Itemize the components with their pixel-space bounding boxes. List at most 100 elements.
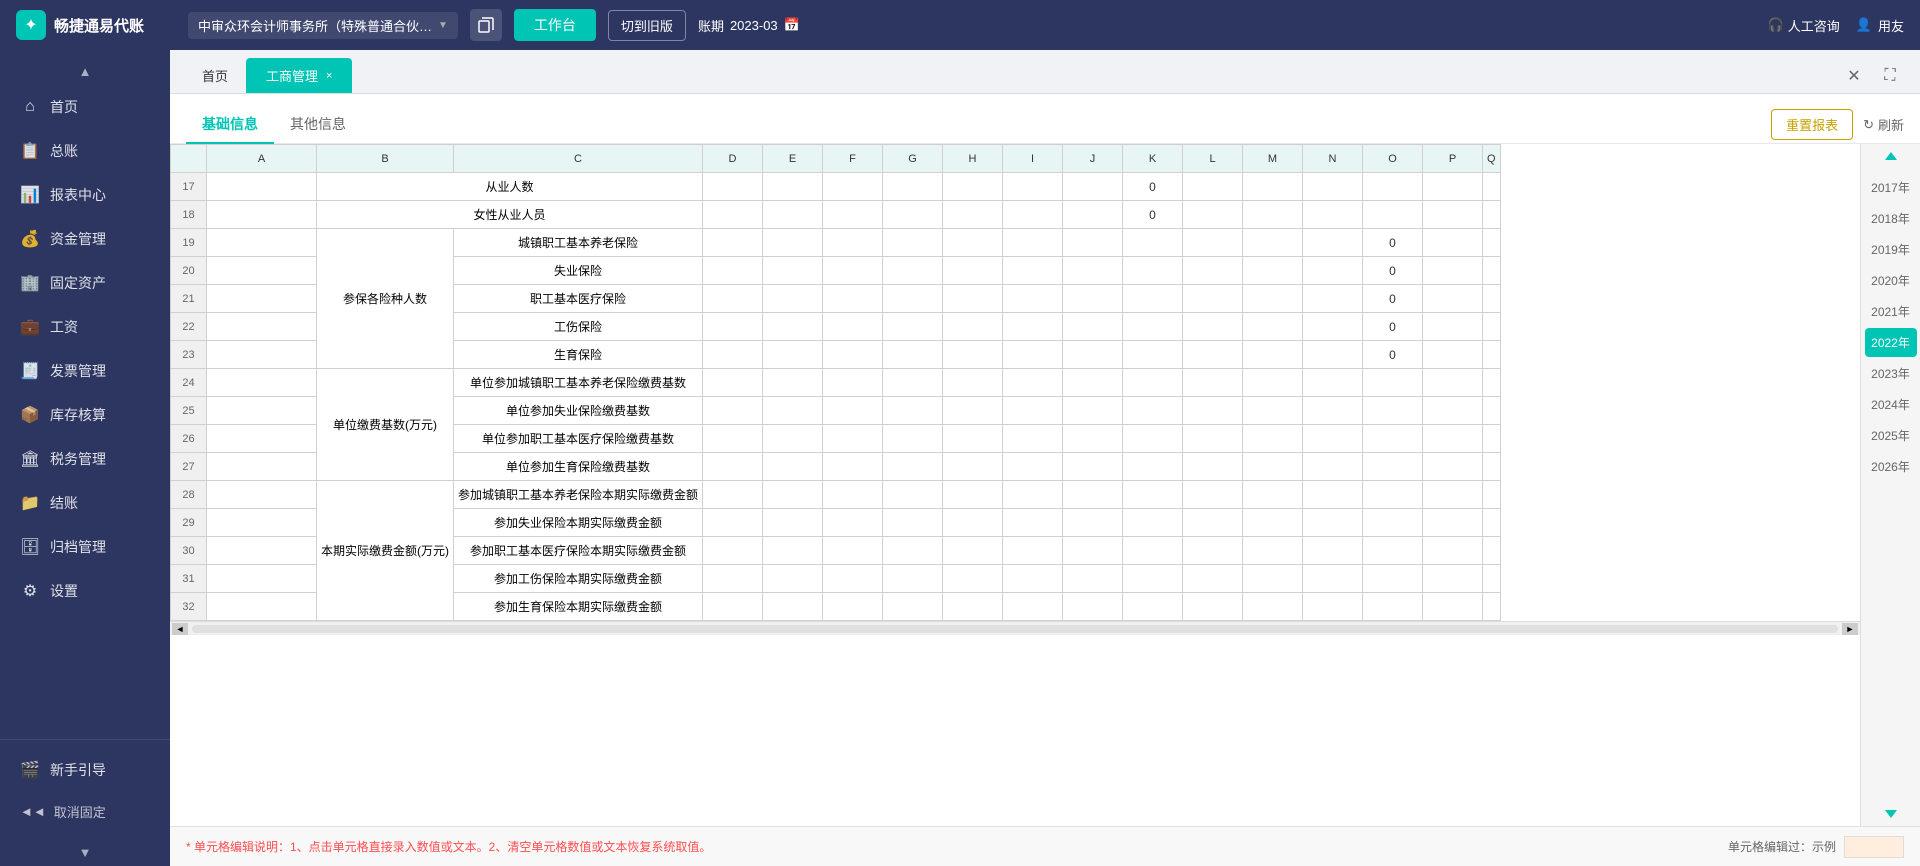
row27-col-d[interactable]	[703, 453, 763, 481]
row28-col-e[interactable]	[763, 481, 823, 509]
row19-col-i[interactable]	[1003, 229, 1063, 257]
row30-col-c[interactable]: 参加职工基本医疗保险本期实际缴费金额	[454, 537, 703, 565]
row32-col-g[interactable]	[883, 593, 943, 621]
row28-col-l[interactable]	[1183, 481, 1243, 509]
year-item-2018[interactable]: 2018年	[1865, 204, 1917, 233]
row19-col-b[interactable]: 参保各险种人数	[317, 229, 454, 369]
row32-col-h[interactable]	[943, 593, 1003, 621]
row22-col-k[interactable]	[1123, 313, 1183, 341]
row24-col-j[interactable]	[1063, 369, 1123, 397]
row28-col-f[interactable]	[823, 481, 883, 509]
row30-col-g[interactable]	[883, 537, 943, 565]
row17-col-f[interactable]	[823, 173, 883, 201]
row27-col-j[interactable]	[1063, 453, 1123, 481]
row21-col-i[interactable]	[1003, 285, 1063, 313]
row28-col-m[interactable]	[1243, 481, 1303, 509]
row29-col-i[interactable]	[1003, 509, 1063, 537]
row29-col-j[interactable]	[1063, 509, 1123, 537]
row30-col-e[interactable]	[763, 537, 823, 565]
row22-col-j[interactable]	[1063, 313, 1123, 341]
row23-col-a[interactable]	[207, 341, 317, 369]
row25-col-i[interactable]	[1003, 397, 1063, 425]
row27-col-i[interactable]	[1003, 453, 1063, 481]
row25-col-j[interactable]	[1063, 397, 1123, 425]
row26-col-d[interactable]	[703, 425, 763, 453]
row21-col-d[interactable]	[703, 285, 763, 313]
row19-col-f[interactable]	[823, 229, 883, 257]
row23-col-g[interactable]	[883, 341, 943, 369]
row31-col-q[interactable]	[1483, 565, 1501, 593]
row19-col-d[interactable]	[703, 229, 763, 257]
row19-col-g[interactable]	[883, 229, 943, 257]
row25-col-n[interactable]	[1303, 397, 1363, 425]
row29-col-n[interactable]	[1303, 509, 1363, 537]
row31-col-j[interactable]	[1063, 565, 1123, 593]
row32-col-a[interactable]	[207, 593, 317, 621]
row26-col-g[interactable]	[883, 425, 943, 453]
year-item-2024[interactable]: 2024年	[1865, 390, 1917, 419]
row32-col-f[interactable]	[823, 593, 883, 621]
row22-col-f[interactable]	[823, 313, 883, 341]
row32-col-p[interactable]	[1423, 593, 1483, 621]
row32-col-i[interactable]	[1003, 593, 1063, 621]
workbench-button[interactable]: 工作台	[514, 9, 596, 41]
row31-col-e[interactable]	[763, 565, 823, 593]
year-item-2023[interactable]: 2023年	[1865, 359, 1917, 388]
year-item-2019[interactable]: 2019年	[1865, 235, 1917, 264]
row30-col-a[interactable]	[207, 537, 317, 565]
row30-col-d[interactable]	[703, 537, 763, 565]
row17-col-j[interactable]	[1063, 173, 1123, 201]
row25-col-q[interactable]	[1483, 397, 1501, 425]
sidebar-item-settings[interactable]: ⚙ 设置	[0, 569, 170, 613]
row20-col-k[interactable]	[1123, 257, 1183, 285]
year-item-2022[interactable]: 2022年	[1865, 328, 1917, 357]
row17-col-g[interactable]	[883, 173, 943, 201]
ai-consult-button[interactable]: 🎧 人工咨询	[1768, 16, 1840, 35]
row28-col-d[interactable]	[703, 481, 763, 509]
row32-col-j[interactable]	[1063, 593, 1123, 621]
row23-col-m[interactable]	[1243, 341, 1303, 369]
maximize-button[interactable]: ⛶	[1876, 62, 1904, 90]
row18-col-i[interactable]	[1003, 201, 1063, 229]
row20-col-h[interactable]	[943, 257, 1003, 285]
row23-col-f[interactable]	[823, 341, 883, 369]
row19-col-c[interactable]: 城镇职工基本养老保险	[454, 229, 703, 257]
row30-col-m[interactable]	[1243, 537, 1303, 565]
row32-col-n[interactable]	[1303, 593, 1363, 621]
sidebar-item-inventory[interactable]: 📦 库存核算	[0, 393, 170, 437]
row32-col-q[interactable]	[1483, 593, 1501, 621]
row21-col-e[interactable]	[763, 285, 823, 313]
row22-col-e[interactable]	[763, 313, 823, 341]
row25-col-o[interactable]	[1363, 397, 1423, 425]
row27-col-q[interactable]	[1483, 453, 1501, 481]
user-area[interactable]: 👤 用友	[1856, 16, 1904, 35]
row31-col-n[interactable]	[1303, 565, 1363, 593]
row24-col-n[interactable]	[1303, 369, 1363, 397]
year-item-2017[interactable]: 2017年	[1865, 173, 1917, 202]
row27-col-l[interactable]	[1183, 453, 1243, 481]
sidebar-item-home[interactable]: ⌂ 首页	[0, 85, 170, 129]
row19-col-k[interactable]	[1123, 229, 1183, 257]
row28-col-o[interactable]	[1363, 481, 1423, 509]
row23-col-h[interactable]	[943, 341, 1003, 369]
row29-col-l[interactable]	[1183, 509, 1243, 537]
row24-col-k[interactable]	[1123, 369, 1183, 397]
row28-col-c[interactable]: 参加城镇职工基本养老保险本期实际缴费金额	[454, 481, 703, 509]
row22-col-m[interactable]	[1243, 313, 1303, 341]
row19-col-m[interactable]	[1243, 229, 1303, 257]
sidebar-item-newguide[interactable]: 🎬 新手引导	[0, 748, 170, 792]
sub-tab-basic[interactable]: 基础信息	[186, 106, 274, 144]
copy-company-button[interactable]	[470, 9, 502, 41]
year-item-2020[interactable]: 2020年	[1865, 266, 1917, 295]
row24-col-l[interactable]	[1183, 369, 1243, 397]
row26-col-q[interactable]	[1483, 425, 1501, 453]
row22-col-g[interactable]	[883, 313, 943, 341]
row20-col-n[interactable]	[1303, 257, 1363, 285]
row19-col-a[interactable]	[207, 229, 317, 257]
row17-col-l[interactable]	[1183, 173, 1243, 201]
row26-col-h[interactable]	[943, 425, 1003, 453]
refresh-button[interactable]: ↻ 刷新	[1863, 115, 1904, 134]
row32-col-e[interactable]	[763, 593, 823, 621]
row21-col-h[interactable]	[943, 285, 1003, 313]
row22-col-d[interactable]	[703, 313, 763, 341]
